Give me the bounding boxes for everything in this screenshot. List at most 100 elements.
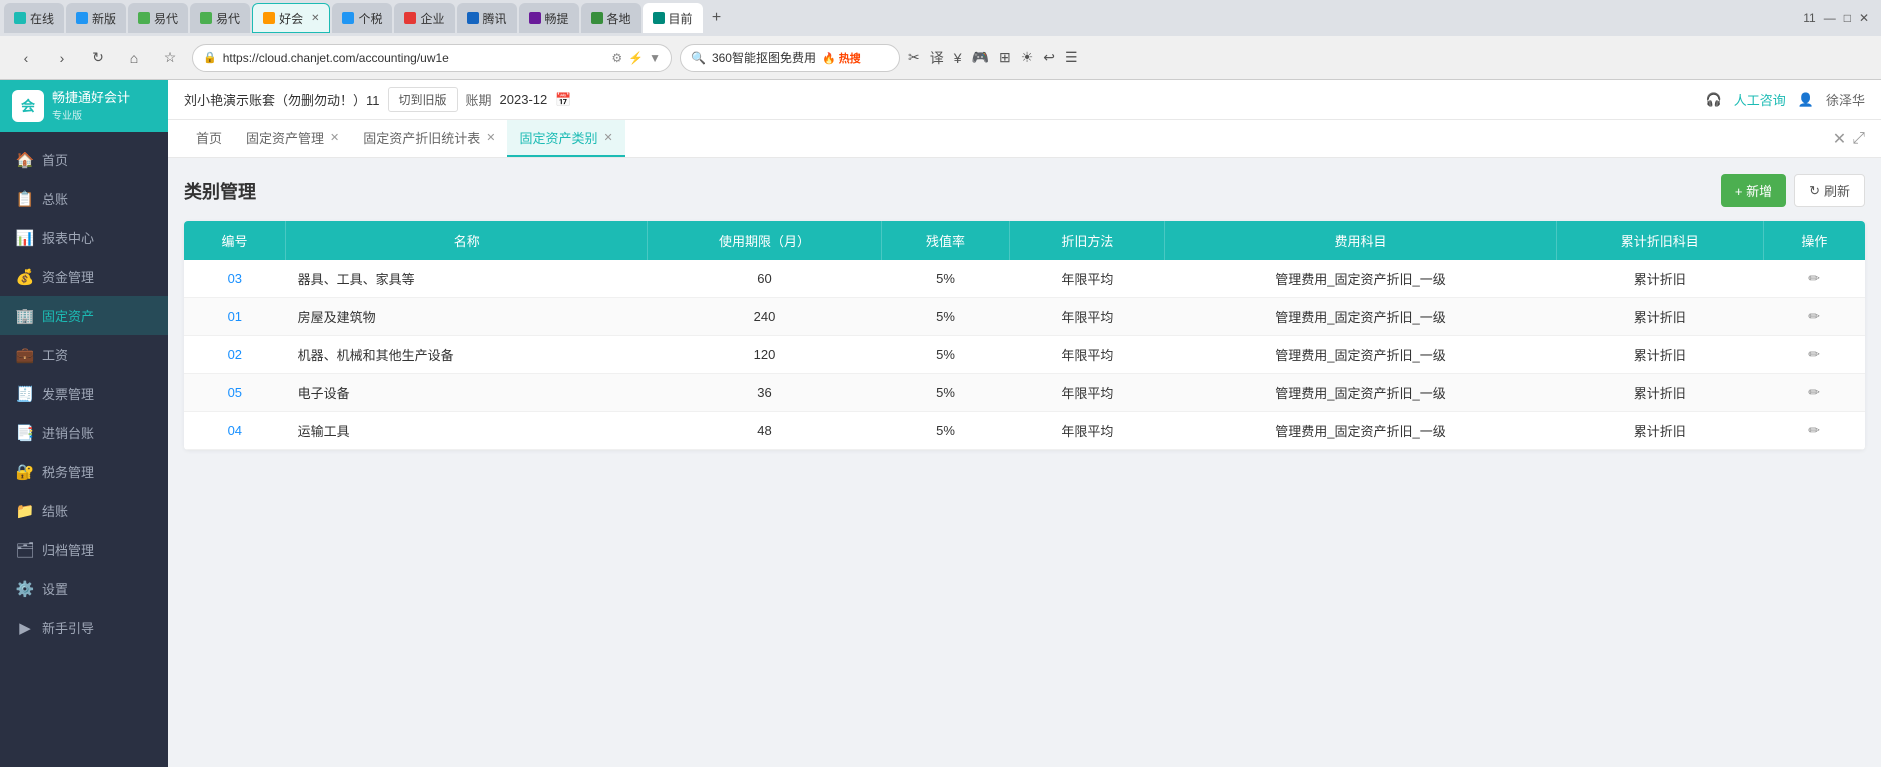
sidebar-item-label: 结账 [42, 501, 68, 520]
tab-xinban[interactable]: 新版 [66, 3, 126, 33]
tab-mubai[interactable]: 目前 [643, 3, 703, 33]
edit-icon[interactable]: ✏ [1808, 270, 1820, 286]
tab-geshuei[interactable]: 个税 [332, 3, 392, 33]
game-icon[interactable]: 🎮 [972, 49, 989, 66]
search-input[interactable]: 🔍 360智能抠图免费用 🔥 热搜 [680, 44, 900, 72]
menu-icon[interactable]: ☰ [1065, 49, 1078, 66]
sidebar-item-label: 进销台账 [42, 423, 94, 442]
tab-haohe[interactable]: 好会 ✕ [252, 3, 330, 33]
cell-name: 电子设备 [286, 374, 648, 412]
expand-window-icon[interactable]: ⤢ [1852, 130, 1865, 148]
cell-id[interactable]: 01 [184, 298, 286, 336]
breadcrumb-tab-fixed-category[interactable]: 固定资产类别 ✕ [507, 120, 624, 157]
sun-icon[interactable]: ☀ [1021, 49, 1034, 66]
close-icon[interactable]: ✕ [1859, 11, 1869, 25]
sidebar-item-fixed-assets[interactable]: 🏢 固定资产 [0, 296, 168, 335]
edit-icon[interactable]: ✏ [1808, 346, 1820, 362]
dropdown-icon[interactable]: ⚡ [628, 51, 643, 65]
user-display-name: 徐泽华 [1826, 90, 1865, 109]
forward-button[interactable]: › [48, 44, 76, 72]
sidebar-item-home[interactable]: 🏠 首页 [0, 140, 168, 179]
grid-icon[interactable]: ⊞ [999, 49, 1011, 66]
sidebar-item-payroll[interactable]: 💼 工资 [0, 335, 168, 374]
consultant-icon[interactable]: 🎧 [1706, 92, 1722, 108]
sidebar-item-archive[interactable]: 🗂 归档管理 [0, 530, 168, 569]
home-button[interactable]: ⌂ [120, 44, 148, 72]
tab-yidai1[interactable]: 易代 [128, 3, 188, 33]
cell-expense: 管理费用_固定资产折旧_一级 [1165, 374, 1556, 412]
cell-id[interactable]: 03 [184, 260, 286, 298]
cell-months: 48 [648, 412, 881, 450]
tab-label: 在线 [30, 10, 54, 27]
chevron-down-icon[interactable]: ▼ [649, 51, 661, 65]
sidebar-item-funds[interactable]: 💰 资金管理 [0, 257, 168, 296]
scissors-icon[interactable]: ✂ [908, 49, 920, 66]
consultant-label[interactable]: 人工咨询 [1734, 90, 1786, 109]
breadcrumb-tab-close-icon[interactable]: ✕ [486, 131, 495, 144]
sidebar-item-reports[interactable]: 📊 报表中心 [0, 218, 168, 257]
table-row: 01 房屋及建筑物 240 5% 年限平均 管理费用_固定资产折旧_一级 累计折… [184, 298, 1865, 336]
breadcrumb-tab-fixed-stats[interactable]: 固定资产折旧统计表 ✕ [351, 120, 507, 157]
site-settings-icon[interactable]: ⚙ [611, 51, 622, 65]
sidebar-item-settings[interactable]: ⚙️ 设置 [0, 569, 168, 608]
cell-id[interactable]: 02 [184, 336, 286, 374]
breadcrumb-tab-close-icon[interactable]: ✕ [604, 131, 613, 144]
sidebar-item-tax[interactable]: 🔐 税务管理 [0, 452, 168, 491]
col-header-accumulated: 累计折旧科目 [1556, 221, 1763, 260]
add-button[interactable]: + 新增 [1721, 174, 1786, 207]
url-text: https://cloud.chanjet.com/accounting/uw1… [223, 51, 606, 65]
refresh-button[interactable]: ↻ 刷新 [1794, 174, 1865, 207]
close-period-icon: 📁 [16, 502, 34, 520]
sidebar-logo: 会 畅捷通好会计 专业版 [0, 80, 168, 132]
breadcrumb-tab-label: 固定资产类别 [519, 128, 597, 147]
cell-method: 年限平均 [1010, 374, 1165, 412]
breadcrumb-tab-fixed-management[interactable]: 固定资产管理 ✕ [234, 120, 351, 157]
sidebar-item-invoice[interactable]: 🧾 发票管理 [0, 374, 168, 413]
wallet-icon[interactable]: ¥ [954, 50, 962, 66]
tab-changte[interactable]: 畅提 [519, 3, 579, 33]
edit-icon[interactable]: ✏ [1808, 422, 1820, 438]
sidebar-item-close-period[interactable]: 📁 结账 [0, 491, 168, 530]
breadcrumb-tab-close-icon[interactable]: ✕ [330, 131, 339, 144]
tab-yidai2[interactable]: 易代 [190, 3, 250, 33]
cell-accumulated: 累计折旧 [1556, 374, 1763, 412]
breadcrumb-tab-home[interactable]: 首页 [184, 120, 234, 157]
back-button[interactable]: ‹ [12, 44, 40, 72]
col-header-id: 编号 [184, 221, 286, 260]
guide-icon: ▶ [16, 619, 34, 637]
undo-icon[interactable]: ↩ [1043, 49, 1055, 66]
sidebar-item-guide[interactable]: ▶ 新手引导 [0, 608, 168, 647]
tab-gedi[interactable]: 各地 [581, 3, 641, 33]
edit-icon[interactable]: ✏ [1808, 384, 1820, 400]
cell-action: ✏ [1763, 336, 1865, 374]
minimize-icon[interactable]: — [1824, 11, 1836, 25]
page-title: 类别管理 [184, 178, 256, 204]
new-tab-button[interactable]: + [705, 6, 729, 30]
cell-id[interactable]: 05 [184, 374, 286, 412]
tax-icon: 🔐 [16, 463, 34, 481]
tab-close-icon[interactable]: ✕ [311, 13, 319, 24]
cell-rate: 5% [881, 412, 1010, 450]
cell-rate: 5% [881, 336, 1010, 374]
url-input[interactable]: 🔒 https://cloud.chanjet.com/accounting/u… [192, 44, 672, 72]
translate-icon[interactable]: 译 [930, 48, 944, 68]
sidebar-item-purchases[interactable]: 📑 进销台账 [0, 413, 168, 452]
maximize-icon[interactable]: □ [1844, 11, 1851, 25]
cell-accumulated: 累计折旧 [1556, 298, 1763, 336]
sidebar-item-label: 报表中心 [42, 228, 94, 247]
tab-zaixin[interactable]: 在线 [4, 3, 64, 33]
calendar-icon[interactable]: 📅 [555, 92, 571, 108]
logo-icon: 会 [12, 90, 44, 122]
tab-tengxun[interactable]: 腾讯 [457, 3, 517, 33]
reload-button[interactable]: ↻ [84, 44, 112, 72]
cell-accumulated: 累计折旧 [1556, 260, 1763, 298]
tab-qiye[interactable]: 企业 [394, 3, 454, 33]
breadcrumb-tabs: 首页 固定资产管理 ✕ 固定资产折旧统计表 ✕ 固定资产类别 ✕ ✕ ⤢ [168, 120, 1881, 158]
cell-id[interactable]: 04 [184, 412, 286, 450]
close-window-icon[interactable]: ✕ [1833, 129, 1846, 149]
bookmark-button[interactable]: ☆ [156, 44, 184, 72]
edit-icon[interactable]: ✏ [1808, 308, 1820, 324]
cell-accumulated: 累计折旧 [1556, 336, 1763, 374]
sidebar-item-ledger[interactable]: 📋 总账 [0, 179, 168, 218]
switch-version-button[interactable]: 切到旧版 [388, 87, 458, 112]
